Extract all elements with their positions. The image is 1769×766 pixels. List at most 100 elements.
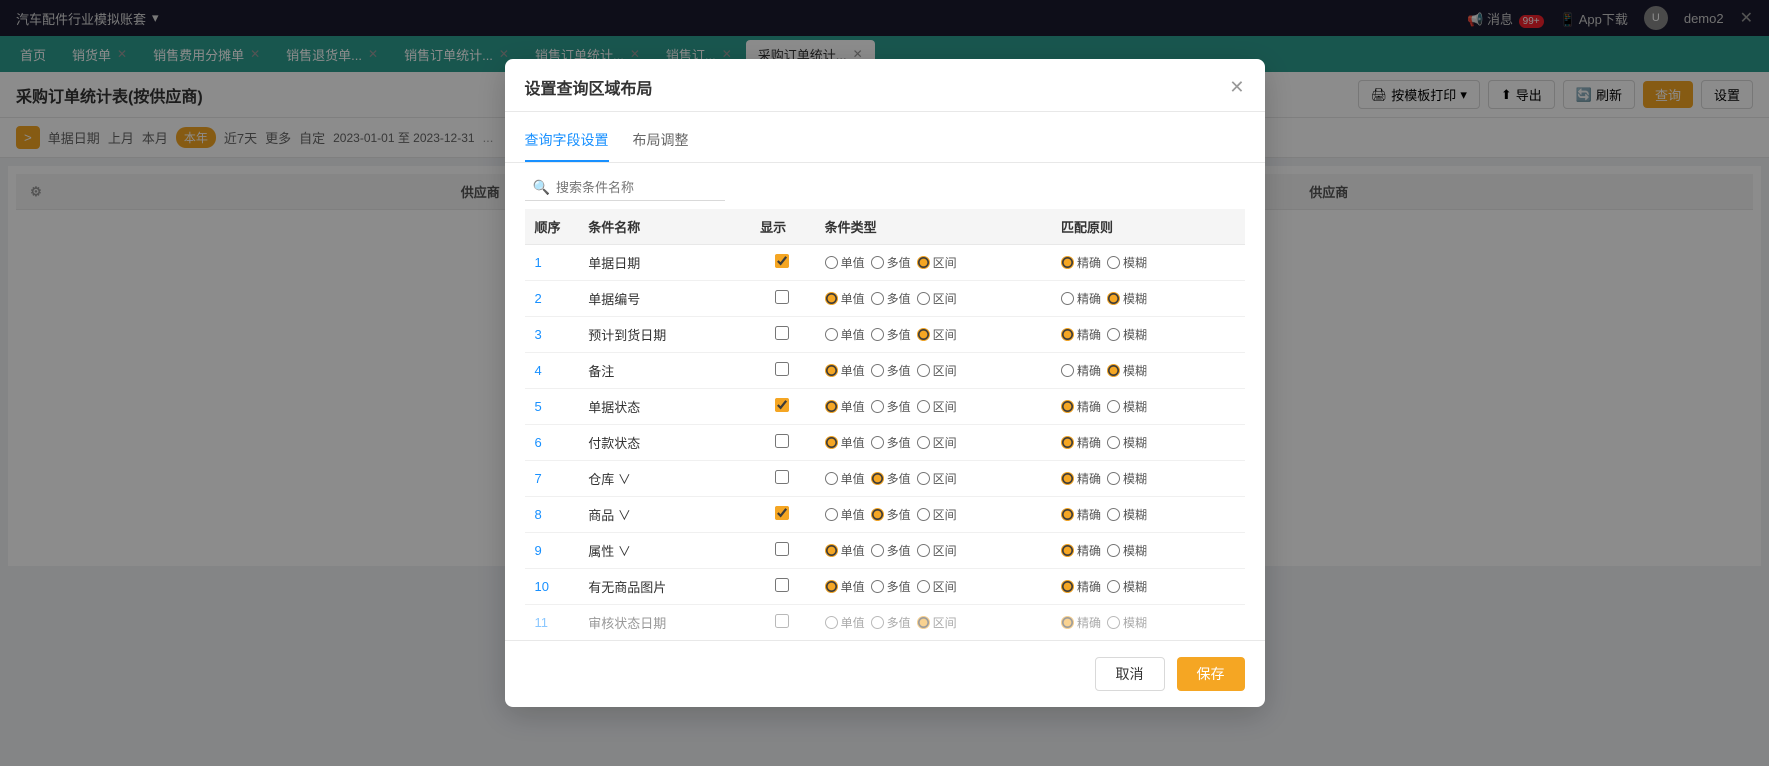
row-name: 属性 ∨ [578, 533, 750, 569]
display-checkbox[interactable] [775, 578, 789, 592]
row-name: 备注 [578, 353, 750, 389]
match-radio-精确[interactable] [1061, 292, 1074, 305]
table-row: 9属性 ∨单值多值区间精确模糊 [525, 533, 1245, 569]
display-checkbox[interactable] [775, 290, 789, 304]
match-radio-模糊[interactable] [1107, 292, 1120, 305]
row-name: 商品 ∨ [578, 497, 750, 533]
type-radio-单值[interactable] [825, 400, 838, 413]
type-radio-区间[interactable] [917, 292, 930, 305]
type-radio-多值[interactable] [871, 472, 884, 485]
type-radio-多值[interactable] [871, 580, 884, 593]
type-radio-单值[interactable] [825, 580, 838, 593]
type-radio-多值[interactable] [871, 436, 884, 449]
display-checkbox[interactable] [775, 254, 789, 268]
match-radio-group: 精确模糊 [1061, 326, 1234, 343]
match-radio-精确[interactable] [1061, 472, 1074, 485]
match-radio-模糊[interactable] [1107, 472, 1120, 485]
type-radio-单值[interactable] [825, 256, 838, 269]
type-radio-多值[interactable] [871, 364, 884, 377]
type-radio-区间[interactable] [917, 544, 930, 557]
match-radio-group: 精确模糊 [1061, 506, 1234, 523]
display-checkbox[interactable] [775, 362, 789, 376]
dialog-title: 设置查询区域布局 [525, 75, 653, 99]
match-radio-模糊[interactable] [1107, 328, 1120, 341]
type-radio-group: 单值多值区间 [825, 362, 1041, 379]
tab-layout-adjust[interactable]: 布局调整 [633, 124, 689, 162]
type-radio-group: 单值多值区间 [825, 542, 1041, 559]
row-order: 2 [535, 291, 542, 306]
display-checkbox[interactable] [775, 506, 789, 520]
match-radio-模糊[interactable] [1107, 364, 1120, 377]
type-radio-多值[interactable] [871, 508, 884, 521]
table-header-row: 顺序 条件名称 显示 条件类型 匹配原则 [525, 209, 1245, 245]
match-radio-模糊[interactable] [1107, 508, 1120, 521]
type-radio-多值[interactable] [871, 544, 884, 557]
match-radio-精确[interactable] [1061, 616, 1074, 629]
match-radio-精确[interactable] [1061, 580, 1074, 593]
type-radio-区间[interactable] [917, 436, 930, 449]
match-radio-模糊[interactable] [1107, 256, 1120, 269]
match-radio-模糊[interactable] [1107, 544, 1120, 557]
col-header-type: 条件类型 [815, 209, 1051, 245]
match-radio-精确[interactable] [1061, 508, 1074, 521]
type-radio-区间[interactable] [917, 256, 930, 269]
display-checkbox[interactable] [775, 434, 789, 448]
table-row: 4备注单值多值区间精确模糊 [525, 353, 1245, 389]
match-radio-group: 精确模糊 [1061, 470, 1234, 487]
type-radio-单值[interactable] [825, 364, 838, 377]
match-radio-模糊[interactable] [1107, 616, 1120, 629]
type-radio-区间[interactable] [917, 472, 930, 485]
display-checkbox[interactable] [775, 470, 789, 484]
type-radio-单值[interactable] [825, 508, 838, 521]
type-radio-单值[interactable] [825, 292, 838, 305]
match-radio-精确[interactable] [1061, 436, 1074, 449]
match-radio-精确[interactable] [1061, 544, 1074, 557]
match-radio-group: 精确模糊 [1061, 578, 1234, 595]
row-order: 9 [535, 543, 542, 558]
type-radio-多值[interactable] [871, 328, 884, 341]
type-radio-多值[interactable] [871, 256, 884, 269]
type-radio-区间[interactable] [917, 616, 930, 629]
cancel-button[interactable]: 取消 [1095, 657, 1165, 691]
display-checkbox[interactable] [775, 398, 789, 412]
display-checkbox[interactable] [775, 542, 789, 556]
match-radio-精确[interactable] [1061, 364, 1074, 377]
search-icon: 🔍 [533, 179, 550, 196]
dialog-search: 🔍 [505, 163, 1265, 209]
dialog-close-icon[interactable]: ✕ [1229, 77, 1244, 98]
type-radio-区间[interactable] [917, 580, 930, 593]
match-radio-模糊[interactable] [1107, 400, 1120, 413]
type-radio-多值[interactable] [871, 292, 884, 305]
match-radio-精确[interactable] [1061, 328, 1074, 341]
type-radio-区间[interactable] [917, 400, 930, 413]
type-radio-单值[interactable] [825, 544, 838, 557]
row-order: 1 [535, 255, 542, 270]
type-radio-单值[interactable] [825, 616, 838, 629]
save-button[interactable]: 保存 [1177, 657, 1245, 691]
table-row: 11审核状态日期单值多值区间精确模糊 [525, 605, 1245, 641]
search-input[interactable] [556, 180, 716, 195]
type-radio-区间[interactable] [917, 508, 930, 521]
dialog-table: 顺序 条件名称 显示 条件类型 匹配原则 1单据日期单值多值区间精确模糊2单据编… [525, 209, 1245, 640]
type-radio-多值[interactable] [871, 616, 884, 629]
display-checkbox[interactable] [775, 614, 789, 628]
row-order: 3 [535, 327, 542, 342]
type-radio-单值[interactable] [825, 436, 838, 449]
match-radio-精确[interactable] [1061, 400, 1074, 413]
row-name: 仓库 ∨ [578, 461, 750, 497]
match-radio-模糊[interactable] [1107, 580, 1120, 593]
type-radio-区间[interactable] [917, 364, 930, 377]
row-order: 6 [535, 435, 542, 450]
row-name: 单据状态 [578, 389, 750, 425]
row-name: 付款状态 [578, 425, 750, 461]
tab-query-fields[interactable]: 查询字段设置 [525, 124, 609, 162]
type-radio-区间[interactable] [917, 328, 930, 341]
display-checkbox[interactable] [775, 326, 789, 340]
match-radio-group: 精确模糊 [1061, 290, 1234, 307]
row-name: 审核状态日期 [578, 605, 750, 641]
type-radio-单值[interactable] [825, 472, 838, 485]
type-radio-单值[interactable] [825, 328, 838, 341]
match-radio-精确[interactable] [1061, 256, 1074, 269]
type-radio-多值[interactable] [871, 400, 884, 413]
match-radio-模糊[interactable] [1107, 436, 1120, 449]
